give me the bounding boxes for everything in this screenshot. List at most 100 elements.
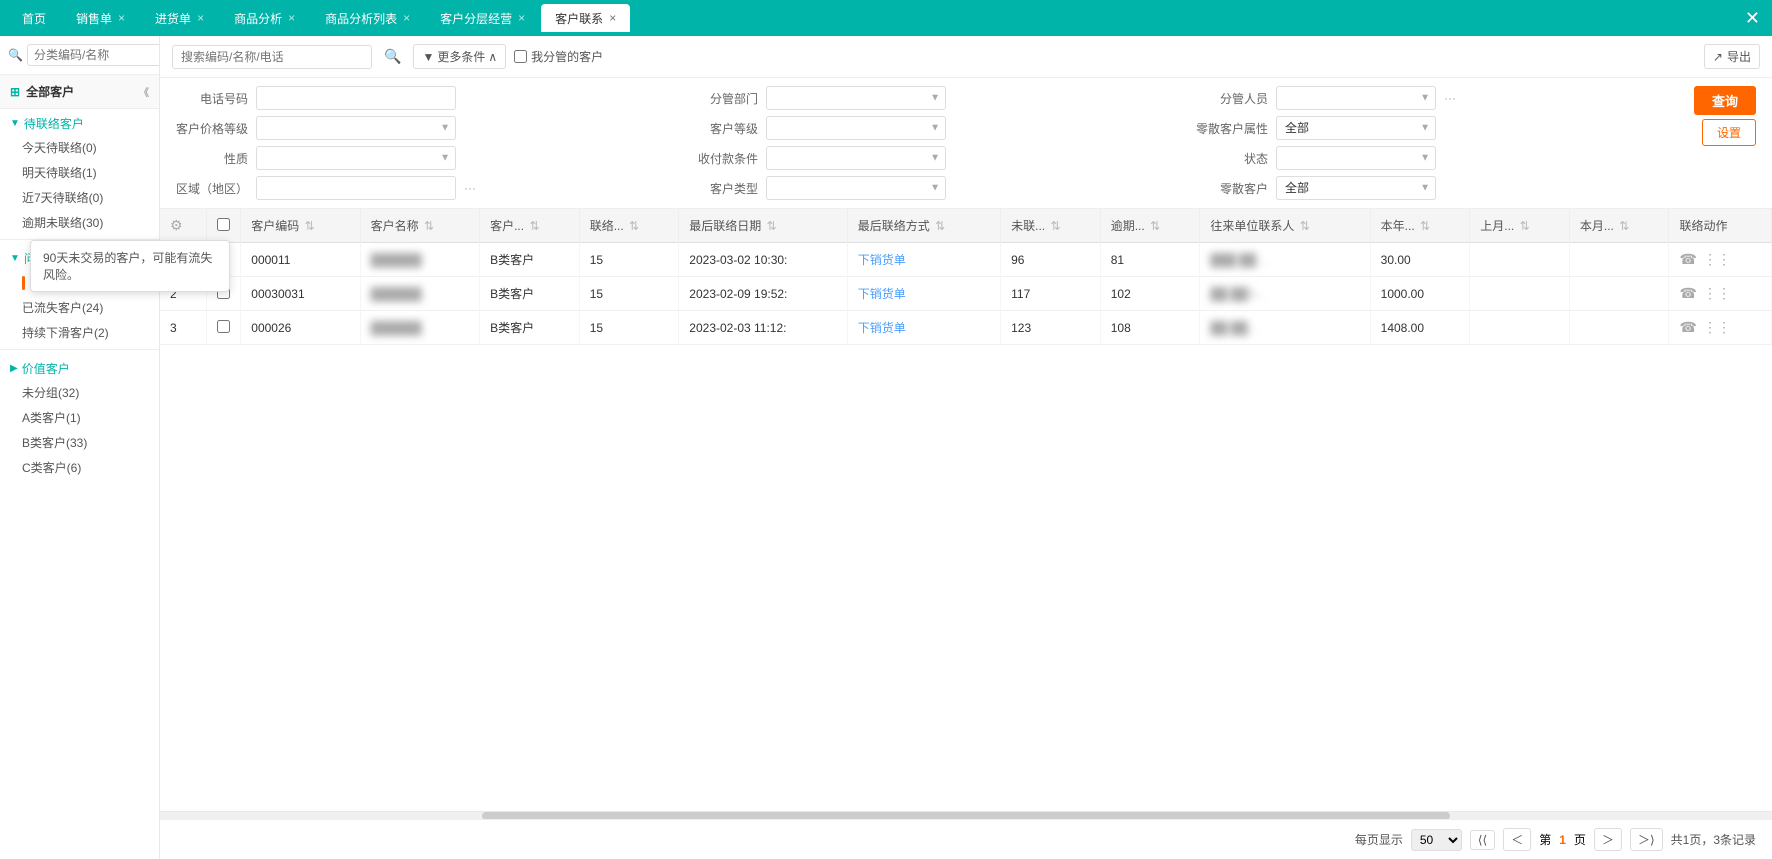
tab-sales-close[interactable]: ×: [118, 11, 125, 25]
tab-customer-contact[interactable]: 客户联系 ×: [541, 4, 630, 32]
sidebar-item-class-c[interactable]: C类客户(6): [0, 455, 159, 480]
cell-overdue: 81: [1100, 243, 1200, 277]
sort-icon-contact[interactable]: ⇅: [629, 219, 639, 233]
sidebar-item-tomorrow-pending[interactable]: 明天待联络(1): [0, 160, 159, 185]
sidebar-item-declining[interactable]: 持续下滑客户(2): [0, 320, 159, 345]
person-select[interactable]: [1276, 86, 1436, 110]
arrow-down-icon-2: ▼: [10, 253, 20, 264]
filter-field-zero-customer: 零散客户 全部 ▼: [1196, 176, 1682, 200]
tab-home[interactable]: 首页: [8, 4, 60, 32]
sort-icon-last-month[interactable]: ⇅: [1520, 219, 1530, 233]
last-method-link[interactable]: 下销货单: [858, 321, 906, 335]
tab-customer-contact-close[interactable]: ×: [609, 11, 616, 25]
sort-icon-overdue[interactable]: ⇅: [1150, 219, 1160, 233]
page-size-select[interactable]: 50 100 200: [1411, 829, 1462, 851]
sidebar-group-value: ▶ 价值客户 未分组(32) A类客户(1) B类客户(33) C类客户(6): [0, 354, 159, 480]
table-settings-icon[interactable]: ⚙: [170, 217, 183, 233]
sidebar-item-class-a[interactable]: A类客户(1): [0, 405, 159, 430]
prev-page-button[interactable]: ＜: [1503, 828, 1531, 851]
zero-attr-select[interactable]: 全部: [1276, 116, 1436, 140]
table-row: 3 000026 ██████ B类客户 15 2023-02-03 11:12…: [160, 311, 1772, 345]
tab-bar: 首页 销售单 × 进货单 × 商品分析 × 商品分析列表 × 客户分层经营 × …: [0, 0, 1772, 36]
sidebar-item-week-pending[interactable]: 近7天待联络(0): [0, 185, 159, 210]
search-button[interactable]: 🔍: [380, 46, 405, 67]
row-checkbox-2[interactable]: [217, 320, 230, 333]
last-method-link[interactable]: 下销货单: [858, 253, 906, 267]
sort-icon-no-contact[interactable]: ⇅: [1050, 219, 1060, 233]
filter-row-1: 电话号码 分管部门 ▼ 分管人员: [176, 86, 1682, 110]
cell-this-year: 30.00: [1370, 243, 1470, 277]
cell-checkbox[interactable]: [207, 311, 241, 345]
sidebar-group-pending: ▼ 待联络客户 今天待联络(0) 明天待联络(1) 近7天待联络(0) 逾期未联…: [0, 109, 159, 235]
sort-icon-this-year[interactable]: ⇅: [1420, 219, 1430, 233]
zero-customer-select[interactable]: 全部: [1276, 176, 1436, 200]
sidebar-search-input[interactable]: [27, 44, 160, 66]
sort-icon-level[interactable]: ⇅: [529, 219, 539, 233]
sidebar-group-pending-title[interactable]: ▼ 待联络客户: [0, 109, 159, 135]
th-this-month: 本月... ⇅: [1569, 209, 1669, 243]
horizontal-scrollbar[interactable]: [160, 811, 1772, 819]
region-input[interactable]: [256, 176, 456, 200]
customer-level-select[interactable]: [766, 116, 946, 140]
nature-select[interactable]: [256, 146, 456, 170]
next-page-button[interactable]: ＞: [1594, 828, 1622, 851]
first-page-button[interactable]: ⟨⟨: [1470, 830, 1495, 850]
pagination: 每页显示 50 100 200 ⟨⟨ ＜ 第 1 页 ＞ ＞⟩ 共1页，3条记录: [160, 819, 1772, 859]
sidebar-item-overdue-contact[interactable]: 逾期未联络(30): [0, 210, 159, 235]
query-button[interactable]: 查询: [1694, 86, 1756, 115]
sidebar: 🔍 ⊞ 全部客户 《 ▼ 待联络客户 今天待联络(0) 明天待联络(1) 近7天…: [0, 36, 160, 859]
filter-icon: ▼: [422, 50, 434, 64]
last-page-button[interactable]: ＞⟩: [1630, 828, 1663, 851]
sort-icon-last-method[interactable]: ⇅: [935, 219, 945, 233]
th-last-month: 上月... ⇅: [1470, 209, 1570, 243]
export-button[interactable]: ↗ 导出: [1704, 44, 1760, 69]
settings-button[interactable]: 设置: [1702, 119, 1756, 146]
sort-icon-last-date[interactable]: ⇅: [767, 219, 777, 233]
sort-icon-unit-contact[interactable]: ⇅: [1300, 219, 1310, 233]
tab-sales[interactable]: 销售单 ×: [62, 4, 139, 32]
sidebar-item-churned[interactable]: 已流失客户(24): [0, 295, 159, 320]
sort-icon-code[interactable]: ⇅: [305, 219, 315, 233]
cell-unit-contact: ██ ██3...: [1200, 277, 1370, 311]
select-all-checkbox[interactable]: [217, 218, 230, 231]
sidebar-item-ungrouped[interactable]: 未分组(32): [0, 380, 159, 405]
sidebar-all-customers[interactable]: ⊞ 全部客户 《: [0, 75, 159, 109]
action-more-icon[interactable]: ⋮⋮: [1703, 285, 1731, 302]
more-conditions-button[interactable]: ▼ 更多条件 ∧: [413, 44, 506, 69]
sidebar-item-today-pending[interactable]: 今天待联络(0): [0, 135, 159, 160]
cell-name: ██████: [360, 277, 479, 311]
search-input[interactable]: [172, 45, 372, 69]
sort-icon-this-month[interactable]: ⇅: [1619, 219, 1629, 233]
my-customers-checkbox-label[interactable]: 我分管的客户: [514, 48, 603, 65]
price-level-select[interactable]: [256, 116, 456, 140]
sidebar-item-class-b[interactable]: B类客户(33): [0, 430, 159, 455]
th-no-contact: 未联... ⇅: [1001, 209, 1101, 243]
tab-customer-layered[interactable]: 客户分层经营 ×: [426, 4, 539, 32]
region-more-dots[interactable]: ···: [456, 181, 484, 195]
my-customers-checkbox[interactable]: [514, 50, 527, 63]
action-phone-icon[interactable]: ☎: [1679, 319, 1696, 336]
close-window-button[interactable]: ✕: [1741, 4, 1764, 33]
phone-input[interactable]: [256, 86, 456, 110]
cell-code: 00030031: [241, 277, 360, 311]
action-phone-icon[interactable]: ☎: [1679, 285, 1696, 302]
status-select[interactable]: [1276, 146, 1436, 170]
dept-select[interactable]: [766, 86, 946, 110]
action-more-icon[interactable]: ⋮⋮: [1703, 319, 1731, 336]
tab-analysis[interactable]: 商品分析 ×: [220, 4, 309, 32]
person-more-dots[interactable]: ···: [1436, 91, 1464, 105]
tab-analysis-list[interactable]: 商品分析列表 ×: [311, 4, 424, 32]
action-more-icon[interactable]: ⋮⋮: [1703, 251, 1731, 268]
tab-analysis-close[interactable]: ×: [288, 11, 295, 25]
sidebar-group-value-title[interactable]: ▶ 价值客户: [0, 354, 159, 380]
filter-field-phone: 电话号码: [176, 86, 662, 110]
customer-type-select[interactable]: [766, 176, 946, 200]
tab-purchase-close[interactable]: ×: [197, 11, 204, 25]
last-method-link[interactable]: 下销货单: [858, 287, 906, 301]
action-phone-icon[interactable]: ☎: [1679, 251, 1696, 268]
payment-select[interactable]: [766, 146, 946, 170]
tab-purchase[interactable]: 进货单 ×: [141, 4, 218, 32]
sort-icon-name[interactable]: ⇅: [424, 219, 434, 233]
tab-analysis-list-close[interactable]: ×: [403, 11, 410, 25]
tab-customer-layered-close[interactable]: ×: [518, 11, 525, 25]
